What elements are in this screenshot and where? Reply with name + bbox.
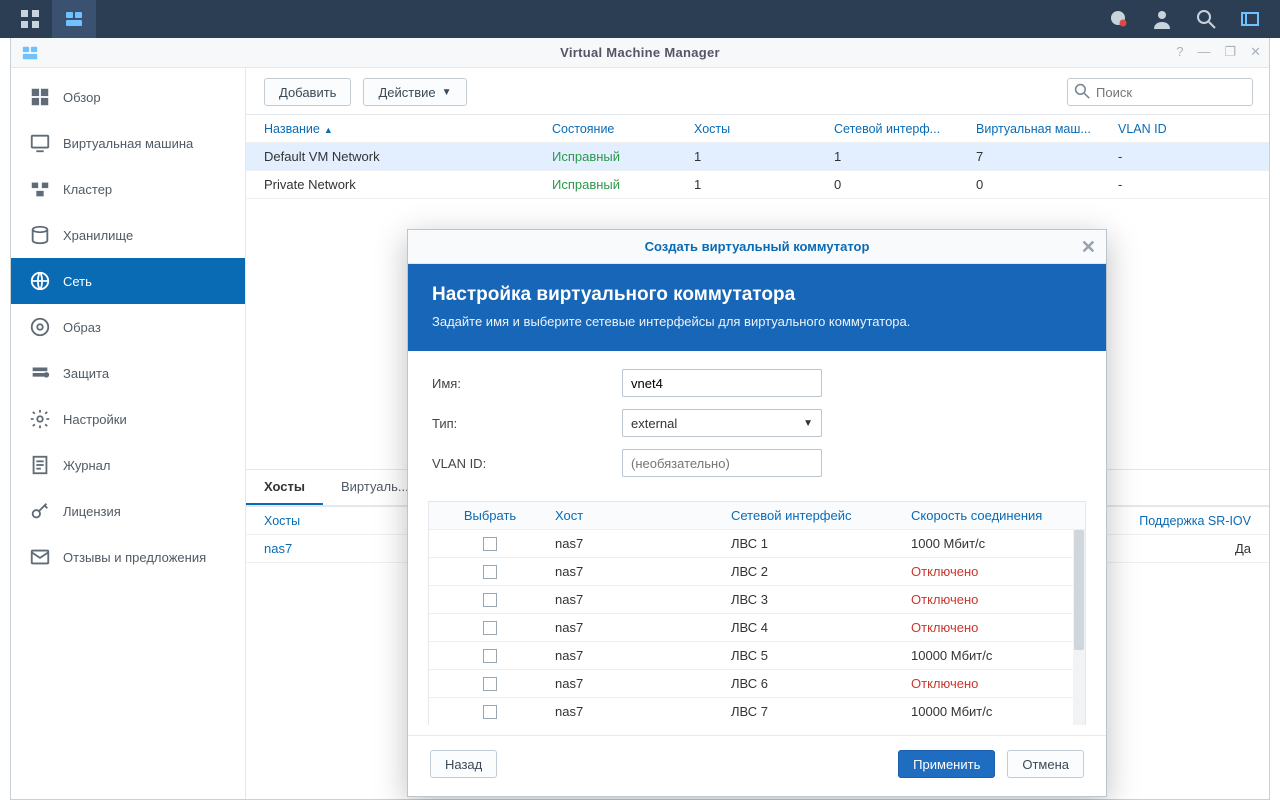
row-checkbox[interactable]	[483, 593, 497, 607]
iface-scroll[interactable]: nas7ЛВС 11000 Мбит/сnas7ЛВС 2Отключеноna…	[429, 530, 1085, 725]
cell-speed: Отключено	[911, 676, 1081, 691]
row-checkbox[interactable]	[483, 565, 497, 579]
dialog-form: Имя: Тип: external ▼ VLAN ID:	[408, 351, 1106, 495]
cell-speed: 1000 Мбит/с	[911, 536, 1081, 551]
iface-row[interactable]: nas7ЛВС 710000 Мбит/с	[429, 698, 1085, 725]
cell-host: nas7	[551, 536, 731, 551]
cell-speed: 10000 Мбит/с	[911, 704, 1081, 719]
interface-table: Выбрать Хост Сетевой интерфейс Скорость …	[428, 501, 1086, 725]
cell-iface: ЛВС 1	[731, 536, 911, 551]
col-host[interactable]: Хост	[551, 508, 731, 523]
row-checkbox[interactable]	[483, 621, 497, 635]
iface-row[interactable]: nas7ЛВС 4Отключено	[429, 614, 1085, 642]
row-checkbox[interactable]	[483, 677, 497, 691]
cell-iface: ЛВС 3	[731, 592, 911, 607]
scrollbar-thumb[interactable]	[1074, 530, 1084, 650]
row-checkbox[interactable]	[483, 705, 497, 719]
dialog-title-text: Создать виртуальный коммутатор	[645, 239, 870, 254]
cell-host: nas7	[551, 676, 731, 691]
col-iface[interactable]: Сетевой интерфейс	[731, 508, 911, 523]
cell-iface: ЛВС 4	[731, 620, 911, 635]
cell-host: nas7	[551, 648, 731, 663]
dialog-mask: Создать виртуальный коммутатор ✕ Настрой…	[0, 0, 1280, 800]
iface-row[interactable]: nas7ЛВС 510000 Мбит/с	[429, 642, 1085, 670]
cell-host: nas7	[551, 564, 731, 579]
iface-row[interactable]: nas7ЛВС 11000 Мбит/с	[429, 530, 1085, 558]
dialog-titlebar: Создать виртуальный коммутатор ✕	[408, 230, 1106, 264]
cell-speed: 10000 Мбит/с	[911, 648, 1081, 663]
cell-iface: ЛВС 5	[731, 648, 911, 663]
iface-row[interactable]: nas7ЛВС 2Отключено	[429, 558, 1085, 586]
cell-host: nas7	[551, 620, 731, 635]
type-select[interactable]: external ▼	[622, 409, 822, 437]
row-checkbox[interactable]	[483, 649, 497, 663]
dialog-hero-sub: Задайте имя и выберите сетевые интерфейс…	[432, 314, 1082, 329]
row-checkbox[interactable]	[483, 537, 497, 551]
cell-iface: ЛВС 6	[731, 676, 911, 691]
type-value: external	[631, 416, 677, 431]
cell-host: nas7	[551, 592, 731, 607]
type-label: Тип:	[432, 416, 622, 431]
cancel-button[interactable]: Отмена	[1007, 750, 1084, 778]
dialog-hero-heading: Настройка виртуального коммутатора	[432, 284, 1082, 306]
create-vswitch-dialog: Создать виртуальный коммутатор ✕ Настрой…	[407, 229, 1107, 797]
cell-iface: ЛВС 7	[731, 704, 911, 719]
chevron-down-icon: ▼	[803, 418, 813, 429]
vswitch-name-input[interactable]	[622, 369, 822, 397]
dialog-buttonbar: Назад Применить Отмена	[408, 735, 1106, 796]
vlan-input[interactable]	[622, 449, 822, 477]
col-select[interactable]: Выбрать	[429, 508, 551, 523]
cell-speed: Отключено	[911, 592, 1081, 607]
iface-row[interactable]: nas7ЛВС 6Отключено	[429, 670, 1085, 698]
back-button[interactable]: Назад	[430, 750, 497, 778]
scrollbar[interactable]	[1073, 530, 1085, 725]
dialog-hero: Настройка виртуального коммутатора Задай…	[408, 264, 1106, 351]
col-speed[interactable]: Скорость соединения	[911, 508, 1081, 523]
dialog-close-icon[interactable]: ✕	[1081, 237, 1096, 258]
iface-row[interactable]: nas7ЛВС 3Отключено	[429, 586, 1085, 614]
cell-speed: Отключено	[911, 620, 1081, 635]
apply-button[interactable]: Применить	[898, 750, 995, 778]
vlan-label: VLAN ID:	[432, 456, 622, 471]
name-label: Имя:	[432, 376, 622, 391]
cell-host: nas7	[551, 704, 731, 719]
iface-head: Выбрать Хост Сетевой интерфейс Скорость …	[429, 502, 1085, 530]
cell-iface: ЛВС 2	[731, 564, 911, 579]
cell-speed: Отключено	[911, 564, 1081, 579]
